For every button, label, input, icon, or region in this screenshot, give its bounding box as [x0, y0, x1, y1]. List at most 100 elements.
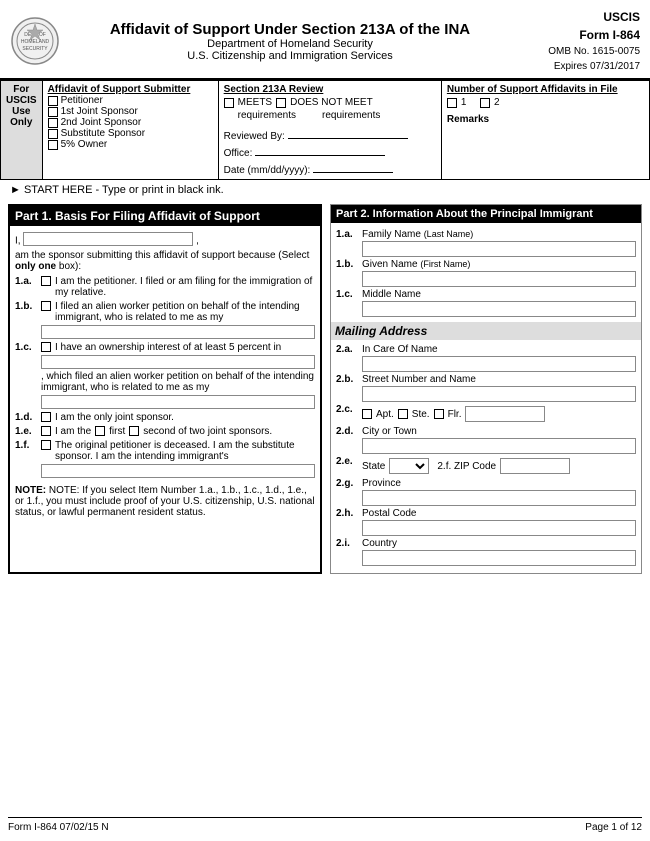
submitter-petitioner: Petitioner: [48, 95, 213, 106]
item-1d-num: 1.d.: [15, 412, 37, 423]
item-1b-num: 1.b.: [15, 301, 37, 312]
postal-code-input[interactable]: [362, 520, 636, 536]
date-row: Date (mm/dd/yyyy):: [224, 159, 436, 176]
number-header: Number of Support Affidavits in File: [447, 84, 644, 95]
dnm-sub: requirements: [322, 110, 380, 121]
office-field[interactable]: [255, 142, 385, 156]
zip-input[interactable]: [500, 458, 570, 474]
cb-meets: [224, 98, 234, 108]
province-input[interactable]: [362, 490, 636, 506]
field-1a-num: 1.a.: [336, 229, 358, 240]
number-cell: Number of Support Affidavits in File 1 2…: [441, 81, 649, 180]
field-1b: 1.b. Given Name (First Name): [336, 259, 636, 287]
page-header: DEPT OF HOMELAND SECURITY Affidavit of S…: [0, 0, 650, 80]
apt-number-input[interactable]: [465, 406, 545, 422]
page: DEPT OF HOMELAND SECURITY Affidavit of S…: [0, 0, 650, 841]
field-2i: 2.i. Country: [336, 538, 636, 566]
field-2e-num: 2.e.: [336, 456, 358, 467]
field-2h-content: Postal Code: [362, 508, 636, 536]
reviewed-by-row: Reviewed By:: [224, 125, 436, 142]
field-2d-label: City or Town: [362, 426, 636, 437]
reviewed-by-field[interactable]: [288, 125, 408, 139]
field-1c-num: 1.c.: [336, 289, 358, 300]
item-1c-input1[interactable]: [41, 355, 315, 369]
item-1b: 1.b. I filed an alien worker petition on…: [15, 301, 315, 339]
main-title: Affidavit of Support Under Section 213A …: [60, 21, 520, 38]
office-label: Office:: [224, 148, 253, 159]
submitter-2nd: 2nd Joint Sponsor: [48, 117, 213, 128]
part2-title: Part 2. Information About the Principal …: [331, 205, 641, 223]
for-label: For: [6, 84, 37, 95]
middle-name-input[interactable]: [362, 301, 636, 317]
meets-label: MEETS: [238, 97, 272, 108]
date-field[interactable]: [313, 159, 393, 173]
header-center: Affidavit of Support Under Section 213A …: [60, 21, 520, 62]
field-2ef-content: State 2.f. ZIP Code: [362, 456, 636, 476]
flr-label: Flr.: [448, 409, 462, 420]
mailing-address-header: Mailing Address: [331, 322, 641, 340]
item-1f-text: The original petitioner is deceased. I a…: [55, 440, 315, 462]
start-here-text: START HERE - Type or print in black ink.: [24, 184, 224, 196]
state-zip-row: State 2.f. ZIP Code: [362, 458, 636, 474]
state-select[interactable]: [389, 458, 429, 474]
street-input[interactable]: [362, 386, 636, 402]
item-1f-input[interactable]: [41, 464, 315, 478]
field-1a: 1.a. Family Name (Last Name): [336, 229, 636, 257]
field-2ef: 2.e. State 2.f. ZIP Code: [336, 456, 636, 476]
part1-column: Part 1. Basis For Filing Affidavit of Su…: [8, 204, 322, 574]
cb-ste: [398, 409, 408, 419]
item-1b-input[interactable]: [41, 325, 315, 339]
item-1c-content: I have an ownership interest of at least…: [41, 342, 315, 409]
dnm-label: DOES NOT MEET: [290, 97, 373, 108]
review-cell: Section 213A Review MEETS DOES NOT MEET …: [218, 81, 441, 180]
item-1e-content: I am the first second of two joint spons…: [41, 426, 315, 437]
item-1f-content: The original petitioner is deceased. I a…: [41, 440, 315, 478]
item-1e-text1: I am the: [55, 426, 91, 437]
item-1c: 1.c. I have an ownership interest of at …: [15, 342, 315, 409]
footer-right: Page 1 of 12: [585, 822, 642, 833]
admin-table: For USCIS Use Only Affidavit of Support …: [0, 80, 650, 180]
field-2a-num: 2.a.: [336, 344, 358, 355]
meets-sub: requirements: [238, 110, 296, 121]
office-row: Office:: [224, 142, 436, 159]
cb-1c: [41, 342, 51, 352]
item-1a-num: 1.a.: [15, 276, 37, 287]
cb-1d: [41, 412, 51, 422]
use-label: Use: [6, 106, 37, 117]
ste-label: Ste.: [412, 409, 430, 420]
in-care-of-input[interactable]: [362, 356, 636, 372]
seal-logo: DEPT OF HOMELAND SECURITY: [10, 16, 60, 66]
given-name-input[interactable]: [362, 271, 636, 287]
item-1c-input2[interactable]: [41, 395, 315, 409]
agency-text: USCIS: [603, 10, 640, 24]
cb-1b: [41, 301, 51, 311]
two-column-body: Part 1. Basis For Filing Affidavit of Su…: [0, 200, 650, 578]
city-input[interactable]: [362, 438, 636, 454]
field-2i-content: Country: [362, 538, 636, 566]
meets-row: MEETS DOES NOT MEET: [224, 97, 436, 108]
field-2h-label: Postal Code: [362, 508, 636, 519]
field-2h: 2.h. Postal Code: [336, 508, 636, 536]
item-1d: 1.d. I am the only joint sponsor.: [15, 412, 315, 423]
intro-comma: ,: [196, 236, 199, 247]
submitter-5pct: 5% Owner: [48, 139, 213, 150]
cb-sub: [48, 129, 58, 139]
cb-2nd: [48, 118, 58, 128]
part1-title: Part 1. Basis For Filing Affidavit of Su…: [10, 206, 320, 226]
country-input[interactable]: [362, 550, 636, 566]
field-1b-label: Given Name (First Name): [362, 259, 636, 270]
cb-5pct: [48, 140, 58, 150]
field-2a: 2.a. In Care Of Name: [336, 344, 636, 372]
note-label: NOTE:: [15, 485, 46, 496]
omb-text: OMB No. 1615-0075: [520, 44, 640, 59]
item-1f-num: 1.f.: [15, 440, 37, 451]
field-2f-label: 2.f. ZIP Code: [437, 461, 496, 472]
family-name-input[interactable]: [362, 241, 636, 257]
field-2d: 2.d. City or Town: [336, 426, 636, 454]
field-2i-num: 2.i.: [336, 538, 358, 549]
sponsor-name-input[interactable]: [23, 232, 193, 246]
submitter-sub: Substitute Sponsor: [48, 128, 213, 139]
apt-label: Apt.: [376, 409, 394, 420]
item-1e-num: 1.e.: [15, 426, 37, 437]
item-1b-text: I filed an alien worker petition on beha…: [55, 301, 315, 323]
